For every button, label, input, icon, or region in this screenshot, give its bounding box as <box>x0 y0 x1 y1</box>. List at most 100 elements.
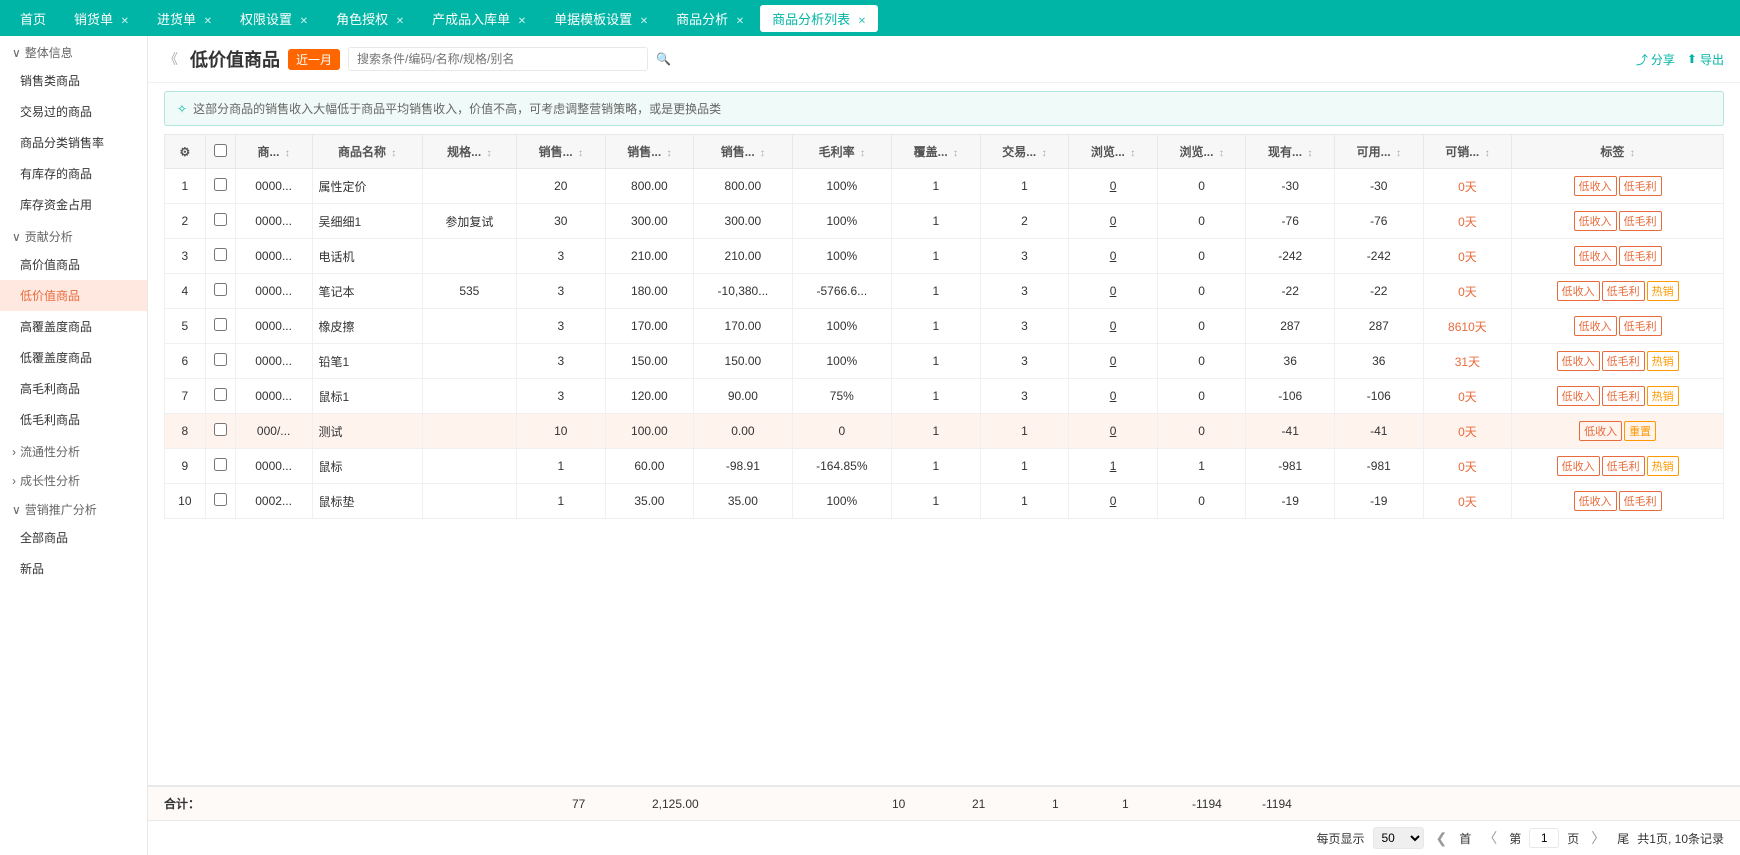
row-view1[interactable]: 0 <box>1069 169 1158 204</box>
row-checkbox[interactable] <box>214 458 227 471</box>
col-trade[interactable]: 交易... ↕ <box>980 135 1069 169</box>
col-stock[interactable]: 现有... ↕ <box>1246 135 1335 169</box>
nav-purchase-order[interactable]: 进货单 ✕ <box>145 5 224 32</box>
close-icon[interactable]: ✕ <box>640 16 648 27</box>
view-link[interactable]: 0 <box>1110 354 1117 368</box>
nav-product-analysis-list[interactable]: 商品分析列表 ✕ <box>760 5 878 32</box>
view-link[interactable]: 0 <box>1110 389 1117 403</box>
page-size-select[interactable]: 50 100 200 <box>1373 827 1424 849</box>
sidebar-item-high-coverage[interactable]: 高覆盖度商品 <box>0 311 147 342</box>
row-checkbox[interactable] <box>214 248 227 261</box>
view-link[interactable]: 0 <box>1110 424 1117 438</box>
nav-home[interactable]: 首页 <box>8 5 58 32</box>
col-code[interactable]: 商... ↕ <box>235 135 312 169</box>
view-link[interactable]: 0 <box>1110 179 1117 193</box>
sidebar-item-category-rate[interactable]: 商品分类销售率 <box>0 127 147 158</box>
period-button[interactable]: 近一月 <box>288 49 340 70</box>
row-view1[interactable]: 0 <box>1069 239 1158 274</box>
row-view1[interactable]: 0 <box>1069 344 1158 379</box>
nav-permissions[interactable]: 权限设置 ✕ <box>228 5 320 32</box>
nav-role-auth[interactable]: 角色授权 ✕ <box>324 5 416 32</box>
view-link[interactable]: 0 <box>1110 494 1117 508</box>
nav-product-in[interactable]: 产成品入库单 ✕ <box>420 5 538 32</box>
sidebar-item-high-profit[interactable]: 高毛利商品 <box>0 373 147 404</box>
sidebar-item-traded[interactable]: 交易过的商品 <box>0 96 147 127</box>
row-checkbox[interactable] <box>214 493 227 506</box>
sidebar-item-sales-products[interactable]: 销售类商品 <box>0 65 147 96</box>
view-link[interactable]: 0 <box>1110 214 1117 228</box>
select-all-checkbox[interactable] <box>214 144 227 157</box>
row-checkbox[interactable] <box>214 178 227 191</box>
row-checkbox[interactable] <box>214 388 227 401</box>
search-icon[interactable]: 🔍 <box>656 52 671 66</box>
row-check[interactable] <box>205 204 235 239</box>
col-tags[interactable]: 标签 ↕ <box>1512 135 1724 169</box>
sidebar-item-new-products[interactable]: 新品 <box>0 553 147 584</box>
col-days[interactable]: 可销... ↕ <box>1423 135 1512 169</box>
nav-product-analysis[interactable]: 商品分析 ✕ <box>664 5 756 32</box>
row-check[interactable] <box>205 484 235 519</box>
row-checkbox[interactable] <box>214 318 227 331</box>
row-view1[interactable]: 0 <box>1069 379 1158 414</box>
row-checkbox[interactable] <box>214 353 227 366</box>
row-view1[interactable]: 0 <box>1069 204 1158 239</box>
nav-sales-order[interactable]: 销货单 ✕ <box>62 5 141 32</box>
first-page-btn[interactable]: ❮ <box>1432 830 1452 847</box>
sidebar-item-low-profit[interactable]: 低毛利商品 <box>0 404 147 435</box>
close-icon[interactable]: ✕ <box>121 16 129 27</box>
col-settings[interactable]: ⚙ <box>165 135 206 169</box>
sidebar-item-inventory[interactable]: 有库存的商品 <box>0 158 147 189</box>
row-view1[interactable]: 0 <box>1069 274 1158 309</box>
col-rate[interactable]: 毛利率 ↕ <box>792 135 891 169</box>
page-number-input[interactable] <box>1529 828 1559 848</box>
col-sales1[interactable]: 销售... ↕ <box>605 135 694 169</box>
row-checkbox[interactable] <box>214 213 227 226</box>
view-link[interactable]: 1 <box>1110 459 1117 473</box>
row-view1[interactable]: 0 <box>1069 414 1158 449</box>
prev-page-btn[interactable]: 〈 <box>1479 828 1501 848</box>
col-view2[interactable]: 浏览... ↕ <box>1157 135 1246 169</box>
nav-template[interactable]: 单据模板设置 ✕ <box>542 5 660 32</box>
row-check[interactable] <box>205 309 235 344</box>
col-name[interactable]: 商品名称 ↕ <box>312 135 422 169</box>
row-checkbox[interactable] <box>214 423 227 436</box>
export-button[interactable]: ⬆ 导出 <box>1687 51 1724 68</box>
close-icon[interactable]: ✕ <box>396 16 404 27</box>
row-check[interactable] <box>205 414 235 449</box>
row-check[interactable] <box>205 379 235 414</box>
col-view1[interactable]: 浏览... ↕ <box>1069 135 1158 169</box>
close-icon[interactable]: ✕ <box>300 16 308 27</box>
col-cover[interactable]: 覆盖... ↕ <box>892 135 981 169</box>
col-select-all[interactable] <box>205 135 235 169</box>
row-check[interactable] <box>205 274 235 309</box>
row-view1[interactable]: 0 <box>1069 309 1158 344</box>
share-button[interactable]: ⤴ 分享 <box>1636 51 1675 68</box>
sidebar-item-low-coverage[interactable]: 低覆盖度商品 <box>0 342 147 373</box>
row-check[interactable] <box>205 169 235 204</box>
col-sales2[interactable]: 销售... ↕ <box>694 135 792 169</box>
sidebar-item-capital[interactable]: 库存资金占用 <box>0 189 147 220</box>
row-check[interactable] <box>205 344 235 379</box>
view-link[interactable]: 0 <box>1110 284 1117 298</box>
row-check[interactable] <box>205 239 235 274</box>
col-spec[interactable]: 规格... ↕ <box>422 135 516 169</box>
row-view1[interactable]: 1 <box>1069 449 1158 484</box>
view-link[interactable]: 0 <box>1110 249 1117 263</box>
collapse-sidebar-btn[interactable]: 《 <box>164 49 178 69</box>
close-icon[interactable]: ✕ <box>518 16 526 27</box>
sidebar-item-low-value[interactable]: 低价值商品 <box>0 280 147 311</box>
row-check[interactable] <box>205 449 235 484</box>
close-icon[interactable]: ✕ <box>736 16 744 27</box>
search-input[interactable] <box>348 47 648 71</box>
row-view1[interactable]: 0 <box>1069 484 1158 519</box>
close-icon[interactable]: ✕ <box>858 16 866 27</box>
col-qty[interactable]: 销售... ↕ <box>516 135 605 169</box>
sidebar-item-all-products[interactable]: 全部商品 <box>0 522 147 553</box>
sidebar-item-high-value[interactable]: 高价值商品 <box>0 249 147 280</box>
table-container[interactable]: ⚙ 商... ↕ 商品名称 ↕ 规格... ↕ 销售... ↕ 销售... ↕ … <box>148 134 1740 785</box>
view-link[interactable]: 0 <box>1110 319 1117 333</box>
col-avail[interactable]: 可用... ↕ <box>1335 135 1424 169</box>
next-page-btn[interactable]: 〉 <box>1587 828 1609 848</box>
last-page-btn[interactable]: 尾 <box>1617 830 1629 847</box>
row-checkbox[interactable] <box>214 283 227 296</box>
